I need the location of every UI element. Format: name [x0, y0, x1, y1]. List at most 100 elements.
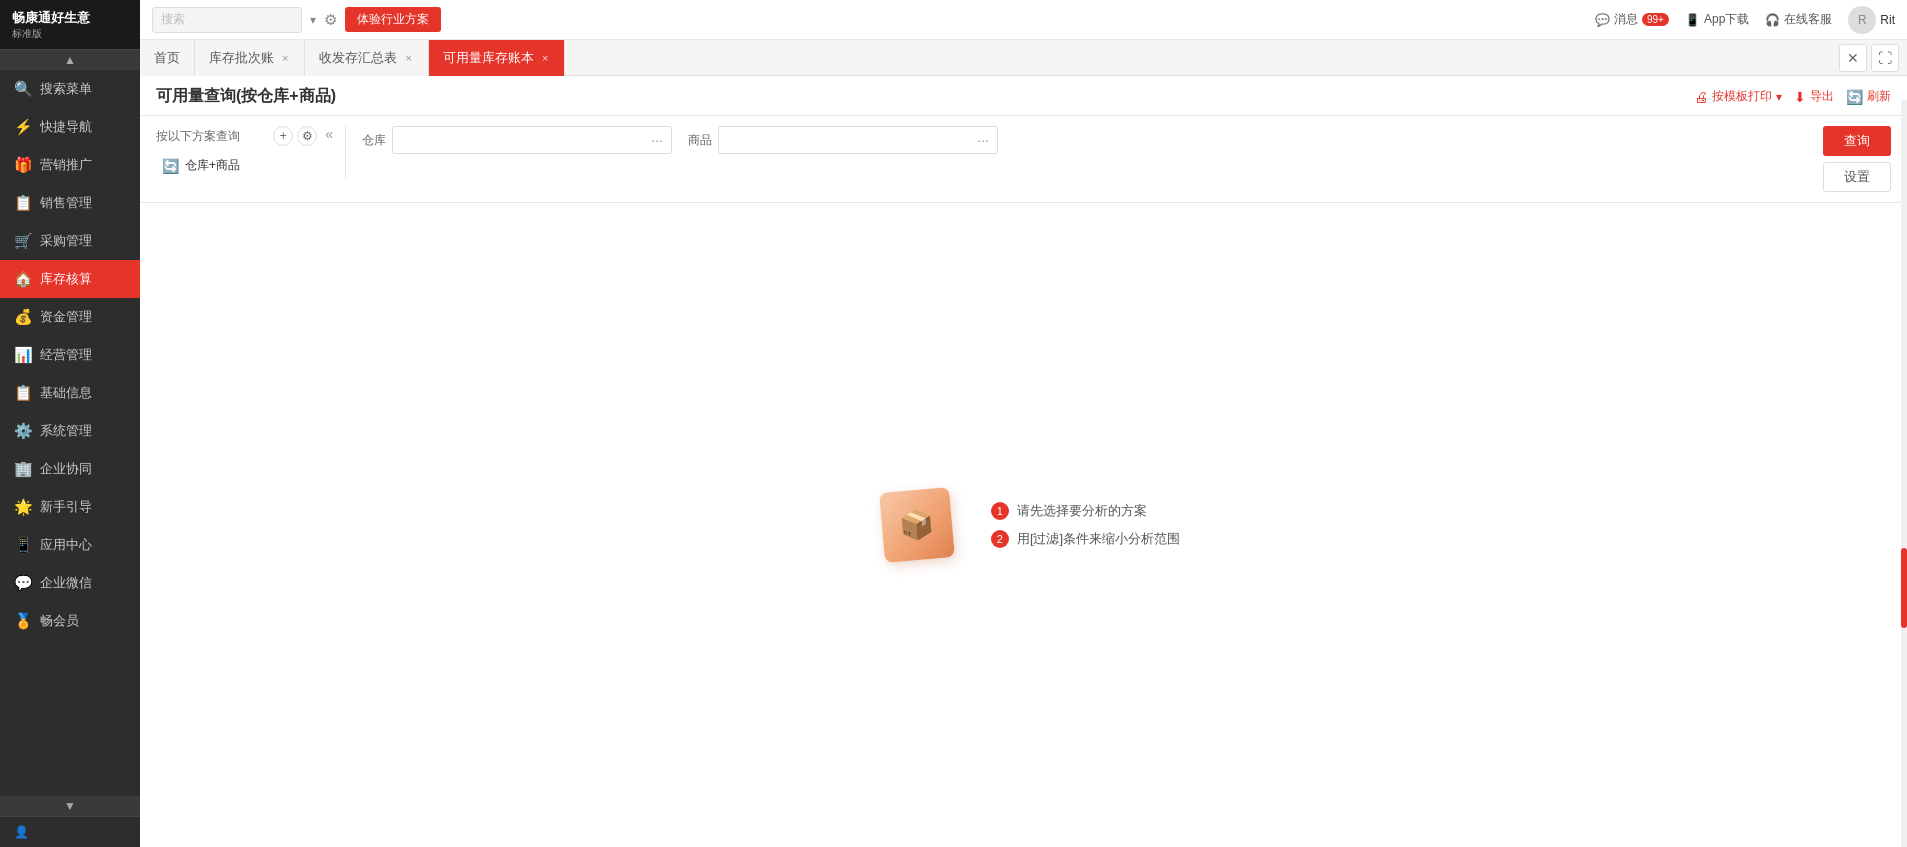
goods-input[interactable]: ··· — [718, 126, 998, 154]
tab-stock-summary[interactable]: 收发存汇总表 × — [305, 40, 428, 76]
sidebar-item-finance[interactable]: 💰 资金管理 — [0, 298, 140, 336]
goods-dots-btn[interactable]: ··· — [977, 132, 989, 148]
online-service-btn[interactable]: 🎧 在线客服 — [1765, 11, 1832, 28]
empty-box-graphic: 📦 — [879, 487, 955, 563]
sidebar-item-member[interactable]: 🏅 畅会员 — [0, 602, 140, 640]
search-chevron-icon[interactable]: ▾ — [310, 13, 316, 27]
tabs-actions: ✕ ⛶ — [1839, 44, 1907, 72]
header-search-box[interactable]: 搜索 — [152, 7, 302, 33]
query-btn[interactable]: 查询 — [1823, 126, 1891, 156]
base-info-icon: 📋 — [14, 384, 32, 402]
purchase-icon: 🛒 — [14, 232, 32, 250]
avatar: R — [1848, 6, 1876, 34]
add-scheme-btn[interactable]: + — [273, 126, 293, 146]
sidebar-item-sales[interactable]: 📋 销售管理 — [0, 184, 140, 222]
sidebar-item-app-center[interactable]: 📱 应用中心 — [0, 526, 140, 564]
sidebar-item-search[interactable]: 🔍 搜索菜单 — [0, 70, 140, 108]
sidebar-item-operation[interactable]: 📊 经营管理 — [0, 336, 140, 374]
header-right: 💬 消息 99+ 📱 App下载 🎧 在线客服 R Rit — [1595, 6, 1895, 34]
tabs-close-all-btn[interactable]: ✕ — [1839, 44, 1867, 72]
filter-fields: 仓库 ··· 商品 ··· — [346, 126, 1811, 154]
sidebar-item-weixin[interactable]: 💬 企业微信 — [0, 564, 140, 602]
tabs-expand-btn[interactable]: ⛶ — [1871, 44, 1899, 72]
app-download-label: App下载 — [1704, 11, 1749, 28]
guide-icon: 🌟 — [14, 498, 32, 516]
tab-available-stock-close[interactable]: × — [540, 51, 550, 65]
headset-icon: 🎧 — [1765, 13, 1780, 27]
settings-btn[interactable]: 设置 — [1823, 162, 1891, 192]
refresh-btn[interactable]: 🔄 刷新 — [1846, 88, 1891, 105]
header-username: Rit — [1880, 13, 1895, 27]
step1-text: 请先选择要分析的方案 — [1017, 502, 1147, 520]
tab-batch-account-close[interactable]: × — [280, 51, 290, 65]
warehouse-input[interactable]: ··· — [392, 126, 672, 154]
tab-available-stock[interactable]: 可用量库存账本 × — [429, 40, 565, 76]
message-label: 消息 — [1614, 11, 1638, 28]
scrollbar-thumb[interactable] — [1901, 548, 1907, 628]
app-download-btn[interactable]: 📱 App下载 — [1685, 11, 1749, 28]
step2-num: 2 — [991, 530, 1009, 548]
online-service-label: 在线客服 — [1784, 11, 1832, 28]
sidebar-item-marketing[interactable]: 🎁 营销推广 — [0, 146, 140, 184]
export-icon: ⬇ — [1794, 89, 1806, 105]
tab-batch-account[interactable]: 库存批次账 × — [195, 40, 305, 76]
marketing-icon: 🎁 — [14, 156, 32, 174]
print-label: 按模板打印 — [1712, 88, 1772, 105]
sidebar-bottom-user[interactable]: 👤 — [0, 816, 140, 847]
message-btn[interactable]: 💬 消息 99+ — [1595, 11, 1669, 28]
sidebar-item-inventory[interactable]: 🏠 库存核算 — [0, 260, 140, 298]
page-actions: 🖨 按模板打印 ▾ ⬇ 导出 🔄 刷新 — [1694, 88, 1891, 105]
sidebar-scroll-up[interactable]: ▲ — [0, 50, 140, 70]
enterprise-icon: 🏢 — [14, 460, 32, 478]
collapse-schemes-btn[interactable]: « — [325, 126, 333, 146]
header-gear-icon[interactable]: ⚙ — [324, 11, 337, 29]
sidebar-item-label: 库存核算 — [40, 270, 92, 288]
sidebar-scroll-down[interactable]: ▼ — [0, 796, 140, 816]
sidebar-item-label: 企业协同 — [40, 460, 92, 478]
user-profile-btn[interactable]: R Rit — [1848, 6, 1895, 34]
export-btn[interactable]: ⬇ 导出 — [1794, 88, 1834, 105]
print-btn[interactable]: 🖨 按模板打印 ▾ — [1694, 88, 1782, 105]
sidebar-item-label: 系统管理 — [40, 422, 92, 440]
sidebar-item-guide[interactable]: 🌟 新手引导 — [0, 488, 140, 526]
sidebar-item-label: 经营管理 — [40, 346, 92, 364]
sidebar-item-label: 新手引导 — [40, 498, 92, 516]
message-icon: 💬 — [1595, 13, 1610, 27]
sidebar-item-label: 基础信息 — [40, 384, 92, 402]
phone-icon: 📱 — [1685, 13, 1700, 27]
filter-schemes: 按以下方案查询 + ⚙ « 🔄 仓库+商品 — [156, 126, 346, 179]
tab-batch-account-label: 库存批次账 — [209, 49, 274, 67]
user-avatar-icon: 👤 — [14, 825, 29, 839]
sidebar-item-purchase[interactable]: 🛒 采购管理 — [0, 222, 140, 260]
sidebar-item-system[interactable]: ⚙️ 系统管理 — [0, 412, 140, 450]
tab-stock-summary-close[interactable]: × — [403, 51, 413, 65]
message-badge: 99+ — [1642, 13, 1669, 26]
app-title: 畅康通好生意 — [12, 10, 128, 27]
sidebar-item-label: 搜索菜单 — [40, 80, 92, 98]
system-icon: ⚙️ — [14, 422, 32, 440]
sidebar-item-enterprise[interactable]: 🏢 企业协同 — [0, 450, 140, 488]
tabs-bar: 首页 库存批次账 × 收发存汇总表 × 可用量库存账本 × ✕ ⛶ — [140, 40, 1907, 76]
refresh-label: 刷新 — [1867, 88, 1891, 105]
member-icon: 🏅 — [14, 612, 32, 630]
scheme-item-warehouse-goods[interactable]: 🔄 仓库+商品 — [156, 152, 333, 179]
sidebar-item-base-info[interactable]: 📋 基础信息 — [0, 374, 140, 412]
warehouse-label: 仓库 — [362, 132, 386, 149]
tab-home[interactable]: 首页 — [140, 40, 195, 76]
empty-text: 1 请先选择要分析的方案 2 用[过滤]条件来缩小分析范围 — [991, 502, 1180, 548]
top-header: 搜索 ▾ ⚙ 体验行业方案 💬 消息 99+ 📱 App下载 🎧 在线客服 R — [140, 0, 1907, 40]
tab-available-stock-label: 可用量库存账本 — [443, 49, 534, 67]
right-scrollbar — [1901, 100, 1907, 847]
filter-schemes-title: 按以下方案查询 — [156, 128, 240, 145]
search-text: 搜索 — [161, 11, 185, 28]
inventory-icon: 🏠 — [14, 270, 32, 288]
sidebar-item-label: 快捷导航 — [40, 118, 92, 136]
sidebar-item-quick-nav[interactable]: ⚡ 快捷导航 — [0, 108, 140, 146]
industry-btn[interactable]: 体验行业方案 — [345, 7, 441, 32]
box-face-icon: 📦 — [898, 507, 936, 543]
quick-nav-icon: ⚡ — [14, 118, 32, 136]
step1-num: 1 — [991, 502, 1009, 520]
warehouse-dots-btn[interactable]: ··· — [651, 132, 663, 148]
scheme-settings-btn[interactable]: ⚙ — [297, 126, 317, 146]
sidebar-item-label: 资金管理 — [40, 308, 92, 326]
